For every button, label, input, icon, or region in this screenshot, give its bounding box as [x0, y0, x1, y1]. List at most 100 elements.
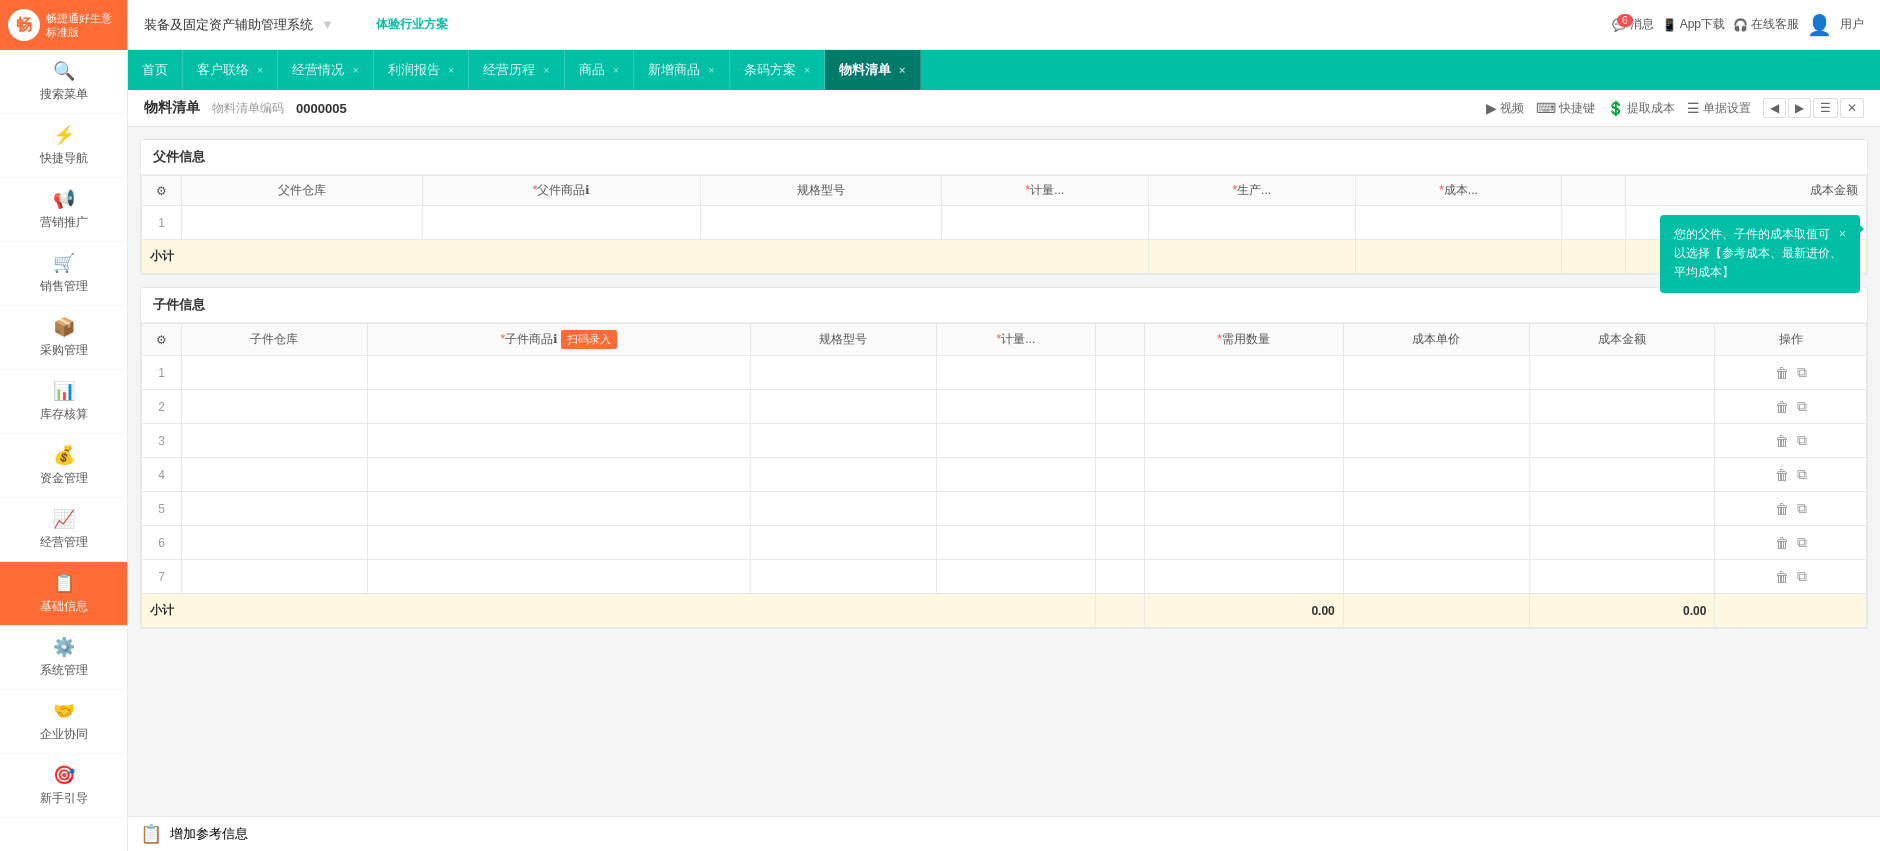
child-warehouse-cell-3[interactable]	[182, 424, 368, 458]
child-spec-cell-4[interactable]	[750, 458, 936, 492]
child-product-cell-5[interactable]	[367, 492, 750, 526]
sidebar-item-basicinfo[interactable]: 📋 基础信息	[0, 562, 127, 626]
child-warehouse-cell-6[interactable]	[182, 526, 368, 560]
parent-product-cell[interactable]	[423, 206, 700, 240]
copy-row-4-button[interactable]: ⧉	[1795, 464, 1809, 485]
child-unit-cost-cell-6[interactable]	[1343, 526, 1529, 560]
tab-经营情况[interactable]: 经营情况×	[278, 50, 373, 90]
sidebar-item-operations[interactable]: 📈 经营管理	[0, 498, 127, 562]
child-needed-qty-cell-7[interactable]	[1144, 560, 1343, 594]
sidebar-item-inventory[interactable]: 📊 库存核算	[0, 370, 127, 434]
sidebar-item-system[interactable]: ⚙️ 系统管理	[0, 626, 127, 690]
delete-row-6-button[interactable]: 🗑	[1773, 532, 1791, 553]
tab-利润报告[interactable]: 利润报告×	[374, 50, 469, 90]
copy-row-1-button[interactable]: ⧉	[1795, 362, 1809, 383]
child-warehouse-cell-7[interactable]	[182, 560, 368, 594]
tab-物料清单[interactable]: 物料清单×	[825, 50, 920, 90]
child-needed-qty-cell-5[interactable]	[1144, 492, 1343, 526]
child-spec-cell-1[interactable]	[750, 356, 936, 390]
child-spec-cell-3[interactable]	[750, 424, 936, 458]
video-button[interactable]: ▶ 视频	[1486, 100, 1524, 117]
child-unit-cost-cell-5[interactable]	[1343, 492, 1529, 526]
delete-row-7-button[interactable]: 🗑	[1773, 566, 1791, 587]
scan-input-button[interactable]: 扫码录入	[561, 330, 617, 349]
child-warehouse-cell-4[interactable]	[182, 458, 368, 492]
copy-row-5-button[interactable]: ⧉	[1795, 498, 1809, 519]
child-unit-cost-cell-3[interactable]	[1343, 424, 1529, 458]
child-qty-unit-cell-5[interactable]	[936, 492, 1095, 526]
sidebar-item-quicknav[interactable]: ⚡ 快捷导航	[0, 114, 127, 178]
sidebar-item-search[interactable]: 🔍 搜索菜单	[0, 50, 127, 114]
online-service-button[interactable]: 🎧 在线客服	[1733, 16, 1799, 33]
child-needed-qty-cell-3[interactable]	[1144, 424, 1343, 458]
parent-cost-cell[interactable]	[1355, 206, 1562, 240]
copy-row-2-button[interactable]: ⧉	[1795, 396, 1809, 417]
parent-spec-cell[interactable]	[700, 206, 941, 240]
child-qty-unit-cell-2[interactable]	[936, 390, 1095, 424]
child-unit-cost-cell-4[interactable]	[1343, 458, 1529, 492]
child-qty-unit-cell-7[interactable]	[936, 560, 1095, 594]
child-spec-cell-5[interactable]	[750, 492, 936, 526]
child-warehouse-cell-1[interactable]	[182, 356, 368, 390]
sidebar-item-guide[interactable]: 🎯 新手引导	[0, 754, 127, 818]
child-needed-qty-cell-4[interactable]	[1144, 458, 1343, 492]
tab-条码方案[interactable]: 条码方案×	[730, 50, 825, 90]
delete-row-5-button[interactable]: 🗑	[1773, 498, 1791, 519]
delete-row-1-button[interactable]: 🗑	[1773, 362, 1791, 383]
child-product-cell-1[interactable]	[367, 356, 750, 390]
child-unit-cost-cell-7[interactable]	[1343, 560, 1529, 594]
app-download-button[interactable]: 📱 App下载	[1662, 16, 1725, 33]
tab-首页[interactable]: 首页	[128, 50, 183, 90]
delete-row-3-button[interactable]: 🗑	[1773, 430, 1791, 451]
tab-close[interactable]: ×	[899, 64, 905, 76]
child-unit-cost-cell-1[interactable]	[1343, 356, 1529, 390]
messages-button[interactable]: 💬 6 消息	[1612, 16, 1654, 33]
delete-row-2-button[interactable]: 🗑	[1773, 396, 1791, 417]
extract-cost-button[interactable]: 💲 提取成本	[1607, 100, 1675, 117]
child-product-cell-6[interactable]	[367, 526, 750, 560]
copy-row-3-button[interactable]: ⧉	[1795, 430, 1809, 451]
delete-row-4-button[interactable]: 🗑	[1773, 464, 1791, 485]
sidebar-item-sales[interactable]: 🛒 销售管理	[0, 242, 127, 306]
single-settings-button[interactable]: ☰ 单据设置	[1687, 100, 1751, 117]
parent-warehouse-cell[interactable]	[182, 206, 423, 240]
child-needed-qty-cell-2[interactable]	[1144, 390, 1343, 424]
sidebar-item-enterprise[interactable]: 🤝 企业协同	[0, 690, 127, 754]
child-product-cell-2[interactable]	[367, 390, 750, 424]
tab-商品[interactable]: 商品×	[565, 50, 634, 90]
experience-plan-button[interactable]: 体验行业方案	[364, 12, 460, 37]
avatar[interactable]: 👤	[1807, 13, 1832, 37]
child-spec-cell-7[interactable]	[750, 560, 936, 594]
copy-row-6-button[interactable]: ⧉	[1795, 532, 1809, 553]
tab-新增商品[interactable]: 新增商品×	[634, 50, 729, 90]
tab-close[interactable]: ×	[613, 64, 619, 76]
child-product-cell-3[interactable]	[367, 424, 750, 458]
parent-prod-cell[interactable]	[1148, 206, 1355, 240]
tab-close[interactable]: ×	[804, 64, 810, 76]
child-qty-unit-cell-6[interactable]	[936, 526, 1095, 560]
sidebar-item-marketing[interactable]: 📢 营销推广	[0, 178, 127, 242]
tab-经营历程[interactable]: 经营历程×	[469, 50, 564, 90]
menu-button[interactable]: ☰	[1813, 98, 1838, 118]
close-page-button[interactable]: ✕	[1840, 98, 1864, 118]
tooltip-close-button[interactable]: ×	[1839, 225, 1846, 244]
sidebar-item-purchase[interactable]: 📦 采购管理	[0, 306, 127, 370]
child-warehouse-cell-5[interactable]	[182, 492, 368, 526]
tab-close[interactable]: ×	[257, 64, 263, 76]
prev-page-button[interactable]: ◀	[1763, 98, 1786, 118]
copy-row-7-button[interactable]: ⧉	[1795, 566, 1809, 587]
child-spec-cell-2[interactable]	[750, 390, 936, 424]
child-qty-unit-cell-1[interactable]	[936, 356, 1095, 390]
child-product-cell-7[interactable]	[367, 560, 750, 594]
child-qty-unit-cell-4[interactable]	[936, 458, 1095, 492]
child-needed-qty-cell-6[interactable]	[1144, 526, 1343, 560]
parent-qty-cell[interactable]	[942, 206, 1149, 240]
child-needed-qty-cell-1[interactable]	[1144, 356, 1343, 390]
tab-close[interactable]: ×	[708, 64, 714, 76]
child-qty-unit-cell-3[interactable]	[936, 424, 1095, 458]
gear-icon[interactable]: ⚙	[342, 15, 356, 34]
tab-close[interactable]: ×	[543, 64, 549, 76]
child-product-cell-4[interactable]	[367, 458, 750, 492]
sidebar-item-finance[interactable]: 💰 资金管理	[0, 434, 127, 498]
child-spec-cell-6[interactable]	[750, 526, 936, 560]
